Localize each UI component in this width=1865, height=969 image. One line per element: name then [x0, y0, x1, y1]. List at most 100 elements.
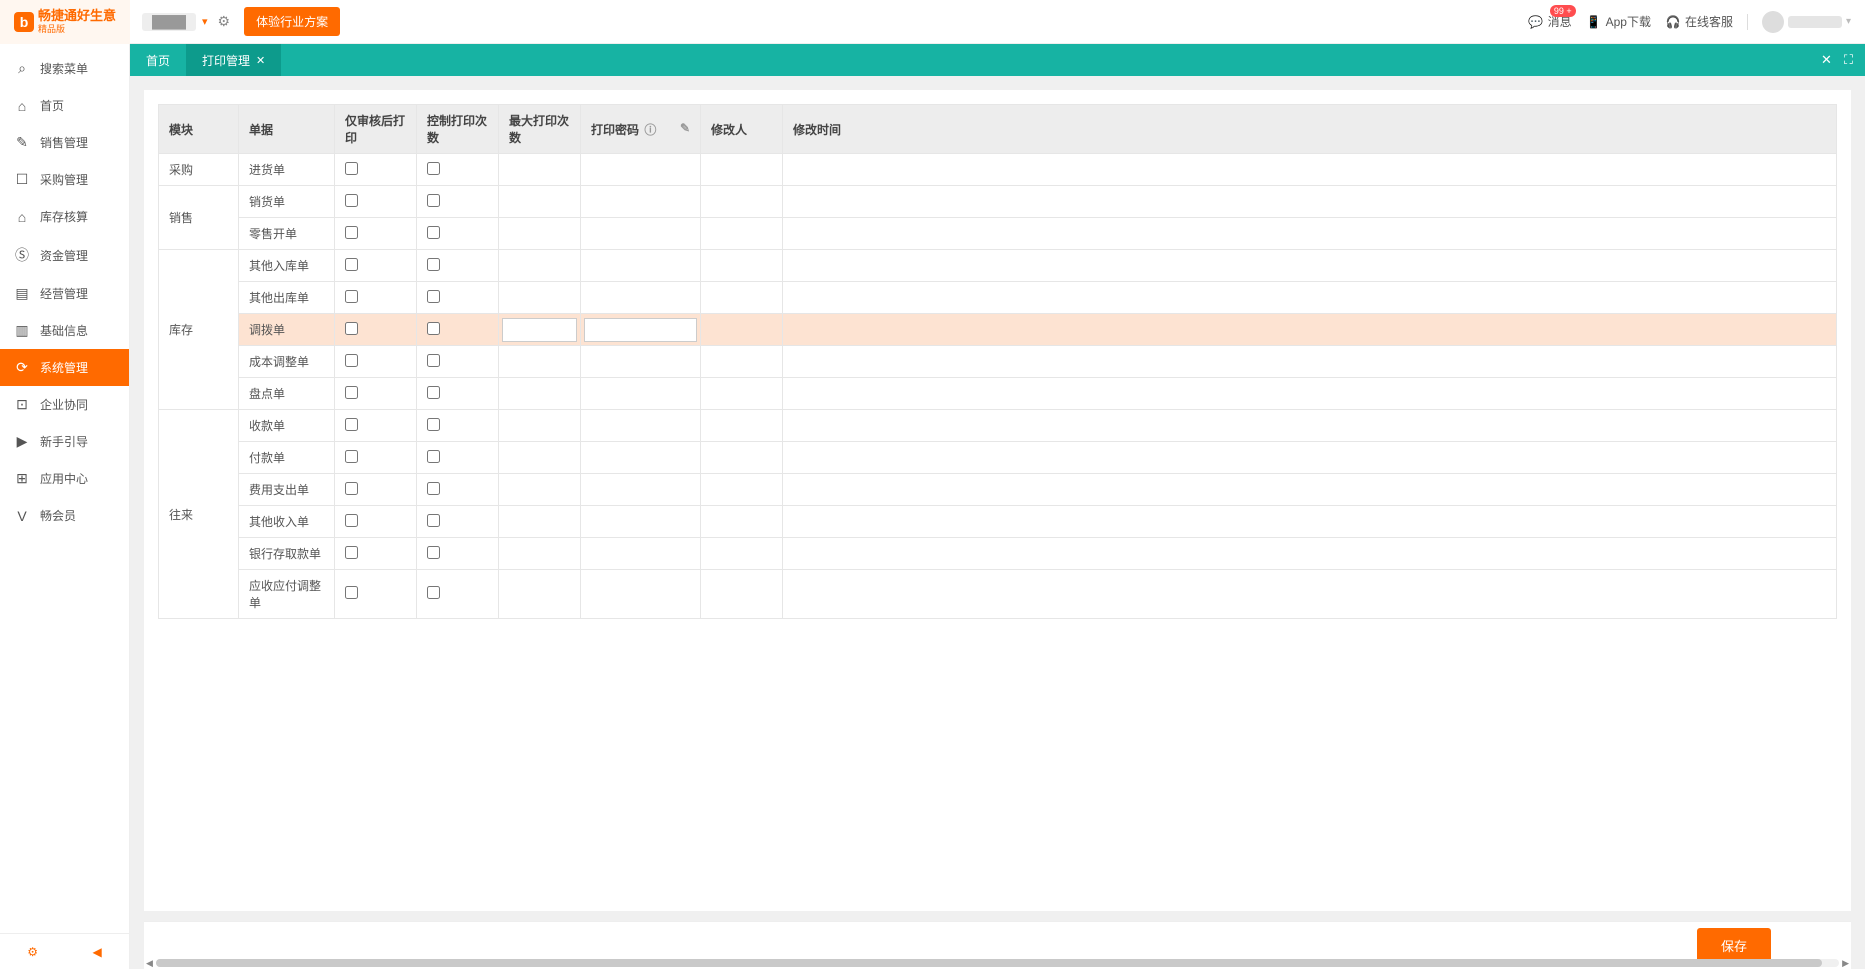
sidebar-item-search[interactable]: ⌕搜索菜单 [0, 50, 129, 87]
sidebar-item-inventory[interactable]: ⌂库存核算 [0, 198, 129, 235]
sidebar-item-appcenter[interactable]: ⊞应用中心 [0, 460, 129, 497]
table-row[interactable]: 零售开单 [159, 218, 1837, 250]
control-count-checkbox[interactable] [427, 354, 440, 367]
sidebar-item-sales[interactable]: ✎销售管理 [0, 124, 129, 161]
table-row[interactable]: 调拨单 [159, 314, 1837, 346]
chevron-down-icon: ▾ [1846, 16, 1851, 27]
table-row[interactable]: 其他出库单 [159, 282, 1837, 314]
tenant-selector[interactable]: ████ ▾ [142, 13, 208, 31]
doctype-cell: 成本调整单 [239, 346, 335, 378]
header-support[interactable]: 🎧 在线客服 [1665, 13, 1733, 30]
control-count-checkbox[interactable] [427, 482, 440, 495]
sidebar-item-home[interactable]: ⌂首页 [0, 87, 129, 124]
horizontal-scrollbar[interactable]: ◀ ▶ [156, 959, 1839, 967]
max-print-cell [499, 250, 581, 282]
sidebar-item-enterprise[interactable]: ⊡企业协同 [0, 386, 129, 423]
print-pwd-input[interactable] [584, 318, 697, 342]
audit-only-checkbox[interactable] [345, 194, 358, 207]
table-row[interactable]: 库存其他入库单 [159, 250, 1837, 282]
audit-only-checkbox[interactable] [345, 322, 358, 335]
table-row[interactable]: 其他收入单 [159, 506, 1837, 538]
brand-logo[interactable]: b 畅捷通好生意 精品版 [0, 0, 130, 44]
sidebar-collapse-icon[interactable]: ◀ [93, 945, 102, 959]
audit-only-cell [335, 410, 417, 442]
fullscreen-icon[interactable]: ⛶ [1844, 52, 1853, 68]
table-row[interactable]: 应收应付调整单 [159, 570, 1837, 619]
scrollbar-thumb[interactable] [156, 959, 1822, 967]
max-print-cell [499, 346, 581, 378]
tab-close-all-icon[interactable]: ✕ [1821, 52, 1832, 68]
control-count-checkbox[interactable] [427, 322, 440, 335]
sidebar-settings-icon[interactable]: ⚙ [27, 945, 38, 959]
audit-only-checkbox[interactable] [345, 290, 358, 303]
audit-only-checkbox[interactable] [345, 546, 358, 559]
modifier-cell [701, 186, 783, 218]
control-count-checkbox[interactable] [427, 586, 440, 599]
table-row[interactable]: 销售销货单 [159, 186, 1837, 218]
audit-only-checkbox[interactable] [345, 258, 358, 271]
audit-only-checkbox[interactable] [345, 514, 358, 527]
header-message[interactable]: 💬 消息 99 + [1528, 13, 1572, 30]
audit-only-checkbox[interactable] [345, 450, 358, 463]
header-app-download[interactable]: 📱 App下载 [1586, 13, 1651, 30]
table-row[interactable]: 费用支出单 [159, 474, 1837, 506]
save-button[interactable]: 保存 [1697, 928, 1771, 963]
audit-only-checkbox[interactable] [345, 586, 358, 599]
control-count-cell [417, 346, 499, 378]
max-print-input[interactable] [502, 318, 577, 342]
control-count-checkbox[interactable] [427, 418, 440, 431]
sidebar-item-finance[interactable]: Ⓢ资金管理 [0, 235, 129, 275]
audit-only-cell [335, 506, 417, 538]
max-print-cell [499, 154, 581, 186]
tab-print[interactable]: 打印管理✕ [186, 44, 281, 76]
control-count-checkbox[interactable] [427, 226, 440, 239]
print-pwd-cell [581, 250, 701, 282]
control-count-checkbox[interactable] [427, 386, 440, 399]
audit-only-checkbox[interactable] [345, 162, 358, 175]
scroll-left-icon[interactable]: ◀ [146, 958, 153, 969]
audit-only-checkbox[interactable] [345, 386, 358, 399]
control-count-checkbox[interactable] [427, 162, 440, 175]
print-pwd-cell [581, 570, 701, 619]
sidebar-item-purchase[interactable]: ☐采购管理 [0, 161, 129, 198]
close-icon[interactable]: ✕ [256, 54, 265, 67]
table-row[interactable]: 银行存取款单 [159, 538, 1837, 570]
table-row[interactable]: 付款单 [159, 442, 1837, 474]
sidebar-item-guide[interactable]: ▶新手引导 [0, 423, 129, 460]
table-row[interactable]: 盘点单 [159, 378, 1837, 410]
audit-only-checkbox[interactable] [345, 226, 358, 239]
doctype-cell: 银行存取款单 [239, 538, 335, 570]
sidebar-item-operation[interactable]: ▤经营管理 [0, 275, 129, 312]
sidebar-item-system[interactable]: ⟳系统管理 [0, 349, 129, 386]
table-row[interactable]: 采购进货单 [159, 154, 1837, 186]
guide-icon: ▶ [14, 433, 30, 450]
sidebar-item-member[interactable]: V畅会员 [0, 497, 129, 534]
industry-cta-button[interactable]: 体验行业方案 [244, 7, 340, 36]
edit-icon[interactable]: ✎ [680, 121, 690, 135]
table-row[interactable]: 往来收款单 [159, 410, 1837, 442]
control-count-checkbox[interactable] [427, 450, 440, 463]
col-doctype: 单据 [239, 105, 335, 154]
table-row[interactable]: 成本调整单 [159, 346, 1837, 378]
gear-icon[interactable]: ⚙ [218, 13, 231, 30]
max-print-cell [499, 442, 581, 474]
sidebar-item-basic[interactable]: ▥基础信息 [0, 312, 129, 349]
audit-only-cell [335, 538, 417, 570]
control-count-checkbox[interactable] [427, 290, 440, 303]
control-count-checkbox[interactable] [427, 514, 440, 527]
modify-time-cell [783, 570, 1837, 619]
col-module: 模块 [159, 105, 239, 154]
audit-only-checkbox[interactable] [345, 418, 358, 431]
audit-only-checkbox[interactable] [345, 482, 358, 495]
print-pwd-cell [581, 314, 701, 346]
control-count-checkbox[interactable] [427, 194, 440, 207]
tab-home[interactable]: 首页 [130, 44, 186, 76]
user-menu[interactable]: ▾ [1762, 11, 1851, 33]
control-count-checkbox[interactable] [427, 258, 440, 271]
help-icon[interactable]: ⓘ [644, 123, 656, 137]
modifier-cell [701, 282, 783, 314]
scroll-right-icon[interactable]: ▶ [1842, 958, 1849, 969]
audit-only-checkbox[interactable] [345, 354, 358, 367]
control-count-cell [417, 538, 499, 570]
control-count-checkbox[interactable] [427, 546, 440, 559]
